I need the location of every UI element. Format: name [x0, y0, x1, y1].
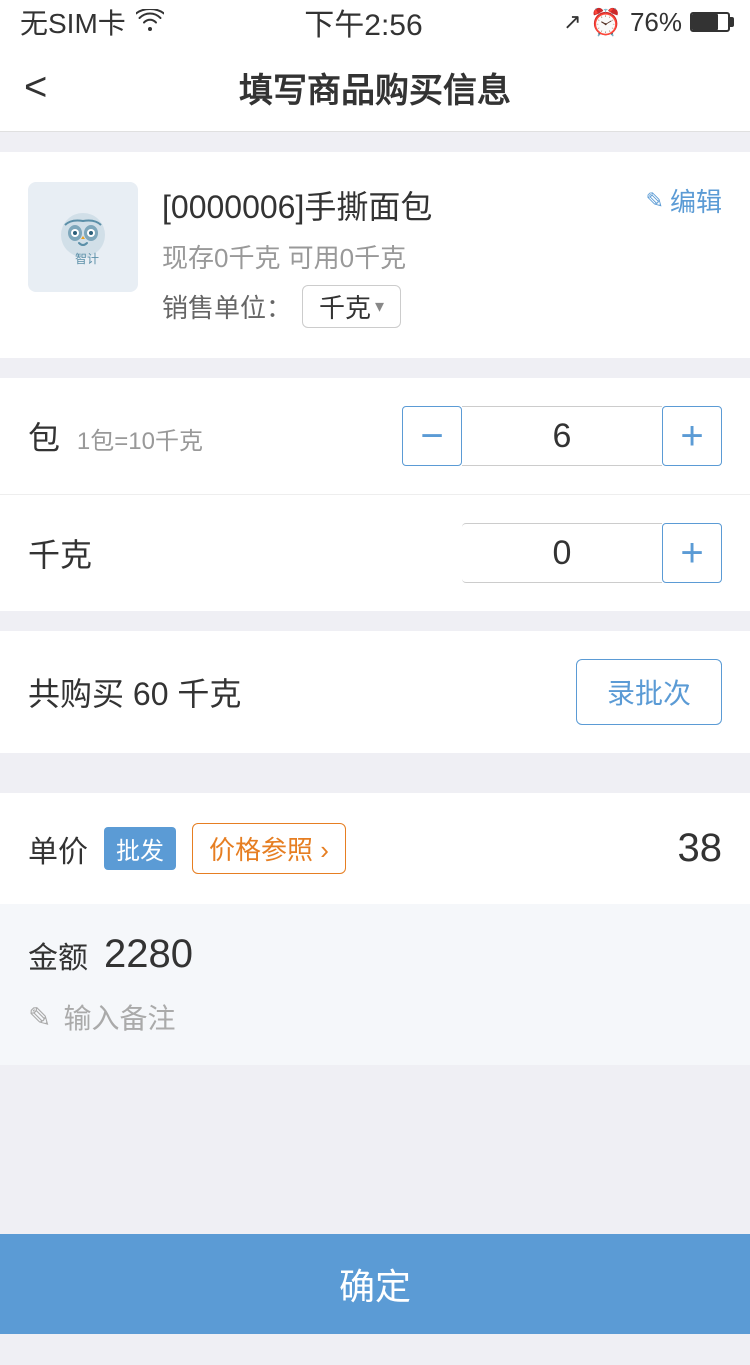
amount-section: 金额 2280 ✎ 输入备注 [0, 904, 750, 1065]
kg-qty-control: + [462, 523, 722, 583]
section-gap-2 [0, 611, 750, 631]
unit-label: 销售单位： [162, 288, 292, 325]
kg-row: 千克 + [0, 495, 750, 611]
location-icon: ↗ [563, 9, 581, 35]
edit-icon: ✎ [646, 188, 664, 214]
product-stock: 现存0千克 可用0千克 [162, 238, 722, 275]
bao-decrement-button[interactable]: − [402, 406, 462, 466]
edit-remark-icon: ✎ [28, 1001, 51, 1034]
price-ref-button[interactable]: 价格参照 › [192, 823, 346, 874]
amount-row: 金额 2280 [28, 932, 722, 977]
edit-button[interactable]: ✎ 编辑 [646, 182, 722, 219]
bao-input[interactable] [462, 406, 662, 466]
bao-hint: 1包=10千克 [77, 428, 203, 455]
section-gap-1 [0, 358, 750, 378]
input-section: 包 1包=10千克 − + 千克 + [0, 378, 750, 611]
amount-value: 2280 [104, 932, 193, 977]
price-label: 单价 [28, 827, 88, 871]
price-row: 单价 批发 价格参照 › 38 [0, 793, 750, 904]
product-unit-row: 销售单位： 千克 ▾ [162, 285, 722, 328]
remark-row[interactable]: ✎ 输入备注 [28, 997, 722, 1065]
product-name: [0000006]手撕面包 [162, 182, 722, 228]
kg-label: 千克 [28, 530, 442, 576]
record-batch-button[interactable]: 录批次 [576, 659, 722, 725]
bao-increment-button[interactable]: + [662, 406, 722, 466]
carrier-label: 无SIM卡 [20, 2, 126, 42]
page-title: 填写商品购买信息 [239, 63, 511, 112]
bao-label: 包 1包=10千克 [28, 413, 382, 459]
product-info: [0000006]手撕面包 现存0千克 可用0千克 销售单位： 千克 ▾ [162, 182, 722, 328]
chevron-down-icon: ▾ [375, 296, 384, 317]
status-bar: 无SIM卡 下午2:56 ↗ ⏰ 76% [0, 0, 750, 44]
price-value: 38 [678, 826, 723, 871]
battery-icon [690, 12, 730, 32]
battery-label: 76% [630, 7, 682, 38]
edit-label: 编辑 [670, 182, 722, 219]
unit-selector[interactable]: 千克 ▾ [302, 285, 401, 328]
remark-placeholder: 输入备注 [63, 997, 175, 1037]
summary-row: 共购买 60 千克 录批次 [0, 631, 750, 753]
kg-input[interactable] [462, 523, 662, 583]
amount-label: 金额 [28, 933, 88, 977]
product-card: 智计 [0000006]手撕面包 现存0千克 可用0千克 销售单位： 千克 ▾ … [0, 152, 750, 358]
svg-text:智计: 智计 [75, 251, 99, 266]
section-gap-3 [0, 753, 750, 773]
price-tag: 批发 [104, 827, 176, 870]
bao-qty-control: − + [402, 406, 722, 466]
kg-increment-button[interactable]: + [662, 523, 722, 583]
confirm-button[interactable]: 确定 [0, 1234, 750, 1334]
status-right: ↗ ⏰ 76% [563, 7, 730, 38]
unit-value: 千克 [319, 288, 371, 325]
product-thumbnail: 智计 [28, 182, 138, 292]
price-section: 单价 批发 价格参照 › 38 [0, 793, 750, 904]
nav-bar: < 填写商品购买信息 [0, 44, 750, 132]
alarm-icon: ⏰ [590, 7, 622, 38]
back-button[interactable]: < [24, 65, 47, 110]
bao-row: 包 1包=10千克 − + [0, 378, 750, 495]
summary-text: 共购买 60 千克 [28, 669, 241, 715]
status-time: 下午2:56 [304, 0, 422, 44]
wifi-icon [136, 6, 164, 38]
status-left: 无SIM卡 [20, 2, 164, 42]
